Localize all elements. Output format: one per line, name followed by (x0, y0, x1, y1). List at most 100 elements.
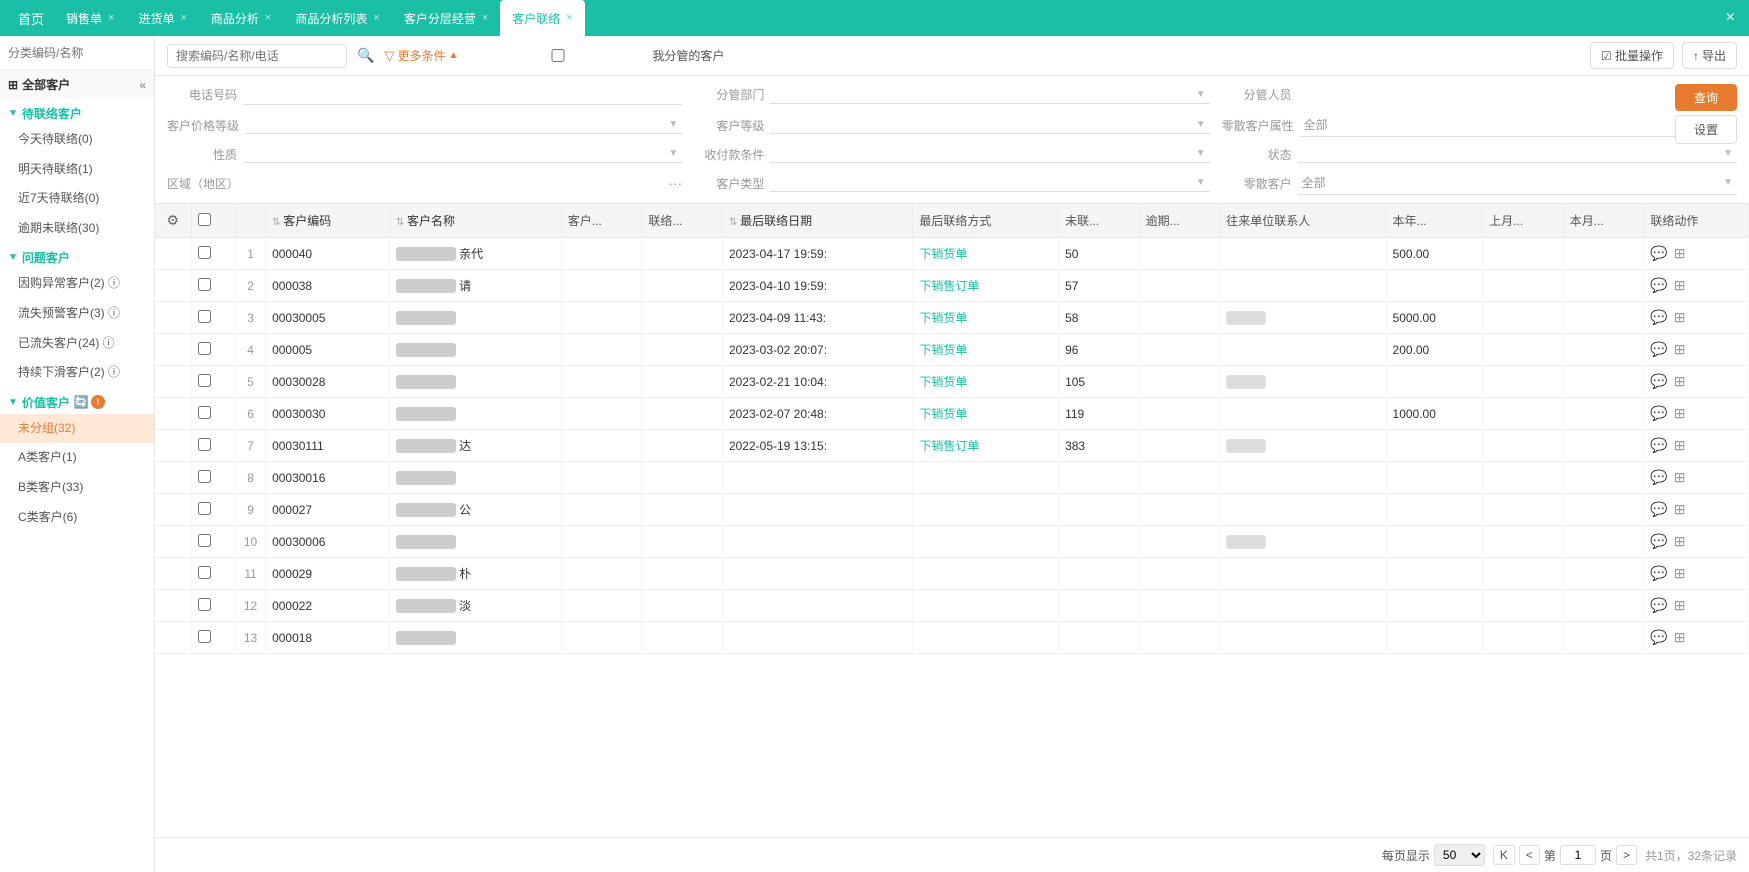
filter-search-icon[interactable]: 🔍 (357, 47, 374, 64)
row-checkbox[interactable] (198, 534, 211, 547)
sidebar-item-a-class[interactable]: A类客户(1) (0, 443, 154, 473)
sidebar-item-c-class[interactable]: C类客户(6) (0, 503, 154, 533)
more-conditions-button[interactable]: ▽ 更多条件 ▲ (384, 47, 458, 64)
sidebar-item-declining[interactable]: 持续下滑客户(2) ⓘ (0, 358, 154, 388)
row-checkbox[interactable] (198, 310, 211, 323)
filter-phone-input[interactable] (243, 84, 682, 105)
contact-chat-icon[interactable]: 💬 (1650, 341, 1667, 358)
my-customers-checkbox[interactable] (468, 49, 648, 62)
filter-region-dots-button[interactable]: ··· (668, 175, 682, 191)
row-checkbox[interactable] (198, 438, 211, 451)
th-customer-code[interactable]: 客户编码 (266, 204, 390, 238)
sidebar-item-7days-pending[interactable]: 近7天待联络(0) (0, 184, 154, 214)
contact-chat-icon[interactable]: 💬 (1650, 565, 1667, 582)
tab-customer-segment[interactable]: 客户分层经营 × (392, 0, 500, 36)
close-product-analysis-list-icon[interactable]: × (373, 12, 379, 24)
last-way-link[interactable]: 下销货单 (919, 247, 967, 261)
settings-button[interactable]: 设置 (1675, 115, 1737, 144)
page-size-select[interactable]: 50 20 100 (1434, 844, 1485, 866)
all-customers-header[interactable]: ⊞ 全部客户 « (0, 70, 154, 99)
row-checkbox[interactable] (198, 342, 211, 355)
last-way-link[interactable]: 下销货单 (919, 343, 967, 357)
sidebar-item-today-pending[interactable]: 今天待联络(0) (0, 125, 154, 155)
batch-ops-button[interactable]: ☑ 批量操作 (1590, 42, 1674, 69)
prev-page-button[interactable]: < (1519, 845, 1540, 865)
collapse-sidebar-icon[interactable]: « (139, 78, 146, 92)
sidebar-item-b-class[interactable]: B类客户(33) (0, 473, 154, 503)
settings-icon[interactable]: ⚙ (166, 212, 179, 228)
row-checkbox[interactable] (198, 566, 211, 579)
filter-price-level-select[interactable]: ▼ (245, 116, 682, 134)
row-checkbox[interactable] (198, 278, 211, 291)
sidebar-item-overdue-pending[interactable]: 逾期未联络(30) (0, 214, 154, 244)
sidebar-item-churn-warning[interactable]: 流失预警客户(3) ⓘ (0, 299, 154, 329)
contact-apps-icon[interactable]: ⊞ (1674, 597, 1686, 614)
sidebar-group-problem-customers[interactable]: ▼ 问题客户 (0, 243, 154, 269)
tab-product-analysis-list[interactable]: 商品分析列表 × (283, 0, 391, 36)
contact-chat-icon[interactable]: 💬 (1650, 533, 1667, 550)
row-checkbox[interactable] (198, 502, 211, 515)
contact-apps-icon[interactable]: ⊞ (1674, 501, 1686, 518)
row-checkbox[interactable] (198, 470, 211, 483)
next-page-button[interactable]: > (1616, 845, 1637, 865)
select-all-checkbox[interactable] (198, 213, 211, 226)
contact-chat-icon[interactable]: 💬 (1650, 277, 1667, 294)
contact-apps-icon[interactable]: ⊞ (1674, 341, 1686, 358)
row-checkbox[interactable] (198, 406, 211, 419)
filter-status-select[interactable]: ▼ (1298, 145, 1737, 163)
contact-chat-icon[interactable]: 💬 (1650, 501, 1667, 518)
contact-chat-icon[interactable]: 💬 (1650, 597, 1667, 614)
close-customer-segment-icon[interactable]: × (482, 12, 488, 24)
contact-apps-icon[interactable]: ⊞ (1674, 469, 1686, 486)
tab-purchase-order[interactable]: 进货单 × (126, 0, 198, 36)
close-purchase-order-icon[interactable]: × (180, 12, 186, 24)
last-way-link[interactable]: 下销货单 (919, 375, 967, 389)
filter-payment-select[interactable]: ▼ (770, 145, 1209, 163)
filter-customer-type-select[interactable]: ▼ (770, 174, 1209, 192)
contact-chat-icon[interactable]: 💬 (1650, 405, 1667, 422)
row-checkbox[interactable] (198, 374, 211, 387)
tab-customer-contact[interactable]: 客户联络 × (500, 0, 584, 36)
sidebar-item-ungrouped[interactable]: 未分组(32) (0, 414, 154, 444)
contact-chat-icon[interactable]: 💬 (1650, 469, 1667, 486)
sidebar-item-churned[interactable]: 已流失客户(24) ⓘ (0, 329, 154, 359)
th-last-contact-date[interactable]: 最后联络日期 (722, 204, 912, 238)
contact-apps-icon[interactable]: ⊞ (1674, 309, 1686, 326)
contact-apps-icon[interactable]: ⊞ (1674, 437, 1686, 454)
contact-apps-icon[interactable]: ⊞ (1674, 629, 1686, 646)
row-checkbox[interactable] (198, 598, 211, 611)
sidebar-item-tomorrow-pending[interactable]: 明天待联络(1) (0, 155, 154, 185)
filter-nature-select[interactable]: ▼ (243, 145, 682, 163)
filter-retail-attr-select[interactable]: 全部▼ (1300, 113, 1737, 137)
my-customers-checkbox-label[interactable]: 我分管的客户 (468, 47, 724, 64)
close-product-analysis-icon[interactable]: × (265, 12, 271, 24)
home-tab[interactable]: 首页 (8, 0, 54, 36)
close-sales-order-icon[interactable]: × (108, 12, 114, 24)
sidebar-group-value-customers[interactable]: ▼ 价值客户 🔄 ! (0, 388, 154, 414)
sidebar-group-pending-contact[interactable]: ▼ 待联络客户 (0, 99, 154, 125)
contact-chat-icon[interactable]: 💬 (1650, 373, 1667, 390)
contact-chat-icon[interactable]: 💬 (1650, 629, 1667, 646)
page-input[interactable] (1560, 845, 1596, 865)
row-checkbox[interactable] (198, 630, 211, 643)
th-customer-name[interactable]: 客户名称 (389, 204, 561, 238)
search-input[interactable] (167, 44, 347, 68)
contact-chat-icon[interactable]: 💬 (1650, 309, 1667, 326)
sidebar-search-input[interactable] (8, 46, 155, 60)
query-button[interactable]: 查询 (1675, 84, 1737, 111)
filter-dept-select[interactable]: ▼ (770, 86, 1209, 104)
close-customer-contact-icon[interactable]: × (566, 12, 572, 24)
contact-apps-icon[interactable]: ⊞ (1674, 245, 1686, 262)
contact-apps-icon[interactable]: ⊞ (1674, 533, 1686, 550)
contact-chat-icon[interactable]: 💬 (1650, 437, 1667, 454)
filter-retail-customer-select[interactable]: 全部▼ (1298, 171, 1737, 195)
sidebar-item-abnormal-purchase[interactable]: 因购异常客户(2) ⓘ (0, 269, 154, 299)
contact-apps-icon[interactable]: ⊞ (1674, 565, 1686, 582)
contact-chat-icon[interactable]: 💬 (1650, 245, 1667, 262)
last-way-link[interactable]: 下销货单 (919, 311, 967, 325)
last-way-link[interactable]: 下销售订单 (919, 279, 979, 293)
tab-sales-order[interactable]: 销售单 × (54, 0, 126, 36)
contact-apps-icon[interactable]: ⊞ (1674, 405, 1686, 422)
filter-customer-level-select[interactable]: ▼ (770, 116, 1209, 134)
tab-product-analysis[interactable]: 商品分析 × (199, 0, 283, 36)
